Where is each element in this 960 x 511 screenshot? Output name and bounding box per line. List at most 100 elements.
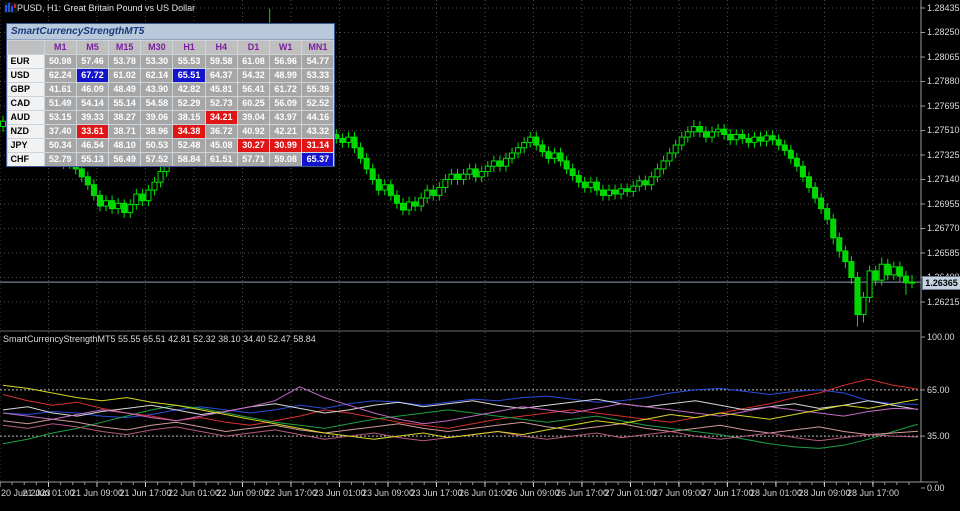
price-axis-tick: 1.26955 bbox=[927, 198, 960, 209]
strength-cell: 62.24 bbox=[44, 68, 76, 82]
strength-col-header-mn1: MN1 bbox=[302, 40, 334, 54]
chart-icon[interactable] bbox=[4, 2, 17, 13]
candle-body bbox=[842, 250, 849, 263]
candle-body bbox=[454, 173, 461, 180]
strength-row-cad: CAD 51.49 54.14 55.14 54.58 52.29 52.73 60.25 56… bbox=[7, 96, 334, 110]
indicator-axis-tick: 0.00 bbox=[927, 483, 945, 493]
candle-body bbox=[818, 197, 825, 210]
strength-cell: 57.52 bbox=[141, 152, 173, 166]
strength-line-cad bbox=[2, 398, 919, 417]
time-axis-tick: 28 Jun 01:00 bbox=[750, 488, 803, 498]
candle-body bbox=[787, 149, 794, 159]
strength-cell: 52.48 bbox=[173, 138, 205, 152]
strength-row-jpy: JPY 50.34 46.54 48.10 50.53 52.48 45.08 30.27 30… bbox=[7, 138, 334, 152]
strength-cell: 54.58 bbox=[141, 96, 173, 110]
strength-cell: 61.51 bbox=[205, 152, 237, 166]
strength-cell: 39.04 bbox=[237, 110, 270, 124]
price-axis-tick: 1.28435 bbox=[927, 3, 960, 13]
time-axis-tick: 21 Jun 01:00 bbox=[22, 488, 75, 498]
time-axis-tick: 22 Jun 09:00 bbox=[216, 488, 269, 498]
candle-body bbox=[466, 168, 473, 175]
strength-cell: 53.78 bbox=[109, 54, 141, 68]
candle-body bbox=[139, 193, 146, 202]
candle-body bbox=[381, 184, 388, 191]
price-axis-tick: 1.27325 bbox=[927, 149, 960, 160]
strength-row-usd: USD 62.24 67.72 61.02 62.14 65.51 64.37 54.32 48… bbox=[7, 68, 334, 82]
strength-cell: 56.49 bbox=[109, 152, 141, 166]
candle-body bbox=[775, 139, 782, 146]
candle-body bbox=[884, 263, 891, 276]
chart-title: GBPUSD, H1: Great Britain Pound vs US Do… bbox=[4, 3, 196, 13]
candle-body bbox=[830, 218, 837, 239]
candle-body bbox=[872, 270, 879, 281]
price-axis-tick: 1.26770 bbox=[927, 223, 960, 234]
strength-cell: 61.02 bbox=[109, 68, 141, 82]
candle-body bbox=[666, 152, 673, 162]
candle-body bbox=[763, 135, 770, 142]
candle-body bbox=[557, 152, 564, 162]
current-price-box: 1.26365 bbox=[922, 276, 960, 290]
strength-cell: 55.14 bbox=[109, 96, 141, 110]
candle-body bbox=[642, 180, 649, 186]
strength-cell: 64.37 bbox=[205, 68, 237, 82]
strength-cell: 53.33 bbox=[302, 68, 334, 82]
candle-body bbox=[805, 176, 812, 188]
strength-header-row: M1 M5 M15 M30 H1 H4 D1 W1 MN1 bbox=[7, 40, 334, 54]
candle-body bbox=[709, 131, 716, 138]
indicator-axis-tick: 65.00 bbox=[927, 384, 950, 395]
candle-body bbox=[696, 126, 703, 133]
candle-body bbox=[533, 136, 540, 146]
strength-cell: 42.21 bbox=[270, 124, 302, 138]
candle-body bbox=[599, 189, 606, 196]
currency-label: USD bbox=[7, 68, 44, 82]
candle-body bbox=[690, 126, 697, 133]
strength-cell: 53.30 bbox=[141, 54, 173, 68]
strength-cell: 56.09 bbox=[270, 96, 302, 110]
strength-cell: 48.10 bbox=[109, 138, 141, 152]
candle-body bbox=[890, 266, 897, 276]
candle-body bbox=[836, 237, 843, 252]
price-axis-tick: 1.26585 bbox=[927, 247, 960, 258]
strength-cell: 31.14 bbox=[302, 138, 334, 152]
candle-body bbox=[484, 165, 491, 173]
strength-cell: 50.98 bbox=[44, 54, 76, 68]
strength-row-eur: EUR 50.98 57.46 53.78 53.30 55.53 59.58 61.08 56… bbox=[7, 54, 334, 68]
strength-cell: 54.77 bbox=[302, 54, 334, 68]
currency-label: CAD bbox=[7, 96, 44, 110]
time-axis-tick: 26 Jun 01:00 bbox=[459, 488, 512, 498]
candle-body bbox=[127, 204, 134, 214]
candle-body bbox=[345, 136, 352, 143]
candle-body bbox=[545, 151, 552, 159]
strength-cell: 59.08 bbox=[270, 152, 302, 166]
candle-body bbox=[618, 188, 625, 195]
time-axis-tick: 21 Jun 09:00 bbox=[71, 488, 124, 498]
candle-body bbox=[436, 186, 443, 196]
candle-body bbox=[630, 185, 637, 192]
currency-label: CHF bbox=[7, 152, 44, 166]
indicator-surface[interactable] bbox=[0, 332, 921, 482]
time-axis-tick: 28 Jun 09:00 bbox=[798, 488, 851, 498]
candle-body bbox=[527, 136, 534, 143]
strength-cell: 57.46 bbox=[76, 54, 109, 68]
time-axis-tick: 23 Jun 09:00 bbox=[362, 488, 415, 498]
currency-label: GBP bbox=[7, 82, 44, 96]
candle-body bbox=[424, 189, 431, 199]
candle-body bbox=[860, 296, 867, 316]
candle-body bbox=[502, 157, 509, 167]
price-axis-tick: 1.27140 bbox=[927, 174, 960, 185]
candle-body bbox=[103, 200, 110, 207]
strength-cell: 61.08 bbox=[237, 54, 270, 68]
candle-body bbox=[902, 275, 909, 284]
strength-cell: 50.53 bbox=[141, 138, 173, 152]
strength-row-nzd: NZD 37.40 33.61 38.71 38.96 34.38 36.72 40.92 42… bbox=[7, 124, 334, 138]
strength-line-gbp bbox=[2, 404, 919, 449]
strength-col-header-m5: M5 bbox=[76, 40, 109, 54]
strength-cell: 38.27 bbox=[109, 110, 141, 124]
candle-body bbox=[109, 200, 116, 210]
time-axis-tick: 28 Jun 17:00 bbox=[847, 488, 900, 498]
candle-body bbox=[569, 168, 576, 177]
candle-body bbox=[678, 136, 685, 146]
candle-body bbox=[357, 147, 364, 159]
strength-cell: 60.25 bbox=[237, 96, 270, 110]
strength-line-usd bbox=[2, 378, 919, 429]
